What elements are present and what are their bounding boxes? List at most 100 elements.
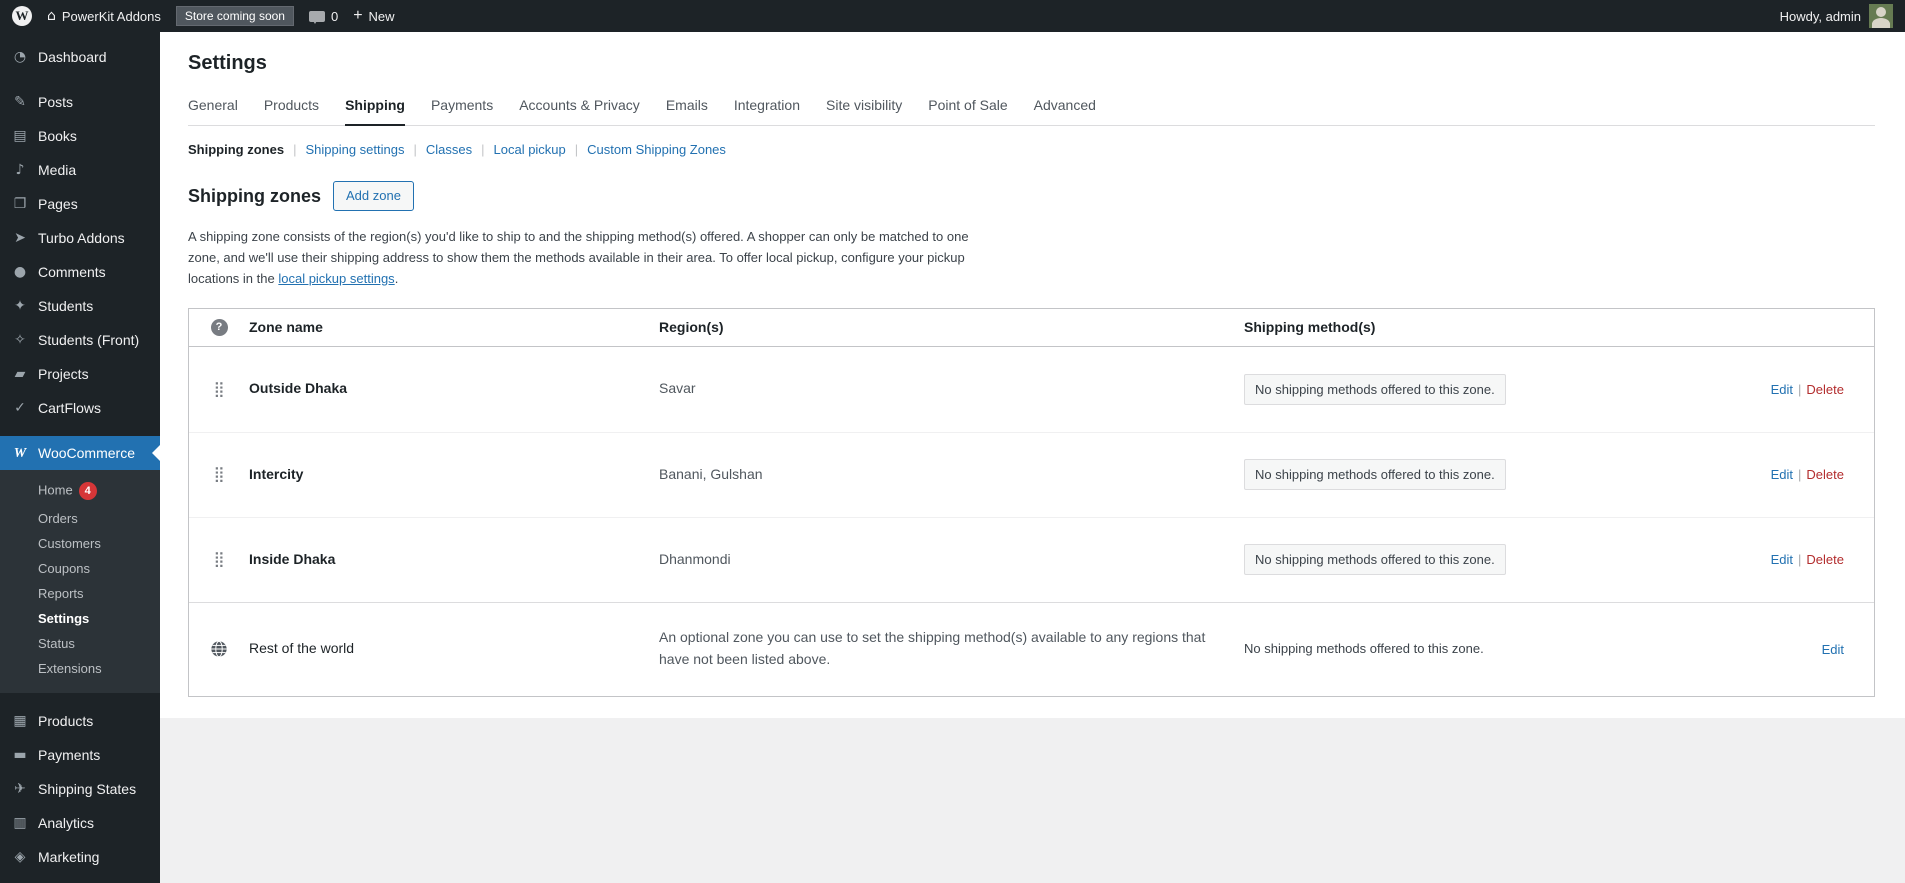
help-icon[interactable]: ? <box>210 318 228 336</box>
no-methods-chip: No shipping methods offered to this zone… <box>1244 373 1506 405</box>
submenu-item-label: Status <box>38 636 75 651</box>
sidebar-item-payments[interactable]: Payments <box>0 738 160 772</box>
sidebar-item-cartflows[interactable]: CartFlows <box>0 391 160 425</box>
subsection-local-pickup[interactable]: Local pickup <box>472 142 566 157</box>
howdy-text: Howdy, admin <box>1779 8 1861 24</box>
submenu-item-orders[interactable]: Orders <box>0 506 160 531</box>
settings-tabs: General Products Shipping Payments Accou… <box>188 97 1875 126</box>
comments-icon <box>10 265 30 279</box>
add-zone-button[interactable]: Add zone <box>333 181 414 212</box>
subsection-shipping-zones[interactable]: Shipping zones <box>188 142 284 157</box>
subsection-classes[interactable]: Classes <box>404 142 472 157</box>
new-content-menu[interactable]: + New <box>353 8 394 24</box>
shipping-states-icon <box>10 782 30 796</box>
sidebar-item-label: Pages <box>38 196 78 212</box>
tab-shipping[interactable]: Shipping <box>345 97 405 126</box>
submenu-item-coupons[interactable]: Coupons <box>0 556 160 581</box>
zone-name-link[interactable]: Inside Dhaka <box>249 551 335 567</box>
sidebar-item-students[interactable]: Students <box>0 289 160 323</box>
delete-link[interactable]: Delete <box>1806 552 1844 567</box>
students-icon <box>10 299 30 313</box>
submenu-item-settings[interactable]: Settings <box>0 606 160 631</box>
tab-payments[interactable]: Payments <box>431 97 493 125</box>
tab-site-visibility[interactable]: Site visibility <box>826 97 902 125</box>
tab-point-of-sale[interactable]: Point of Sale <box>928 97 1007 125</box>
tab-accounts-privacy[interactable]: Accounts & Privacy <box>519 97 640 125</box>
turbo-addons-icon <box>10 231 30 245</box>
tab-advanced[interactable]: Advanced <box>1034 97 1096 125</box>
sidebar-item-media[interactable]: Media <box>0 153 160 187</box>
sidebar-item-label: Turbo Addons <box>38 230 125 246</box>
tab-products[interactable]: Products <box>264 97 319 125</box>
drag-handle-icon[interactable]: ⣿ <box>214 552 225 567</box>
submenu-item-label: Reports <box>38 586 84 601</box>
woocommerce-submenu: Home 4 Orders Customers Coupons Reports S… <box>0 470 160 693</box>
action-separator <box>1798 552 1801 567</box>
analytics-icon <box>10 816 30 830</box>
delete-link[interactable]: Delete <box>1806 467 1844 482</box>
sidebar-item-analytics[interactable]: Analytics <box>0 806 160 840</box>
updates-count-badge: 4 <box>78 482 97 500</box>
payments-icon <box>10 748 30 762</box>
comments-bubble-icon <box>308 10 325 24</box>
no-methods-text: No shipping methods offered to this zone… <box>1244 641 1484 657</box>
tab-emails[interactable]: Emails <box>666 97 708 125</box>
edit-link[interactable]: Edit <box>1771 552 1793 567</box>
submenu-item-label: Settings <box>38 611 90 626</box>
books-icon <box>10 129 30 143</box>
edit-link[interactable]: Edit <box>1771 382 1793 397</box>
submenu-item-reports[interactable]: Reports <box>0 581 160 606</box>
settings-card: Settings General Products Shipping Payme… <box>160 32 1905 718</box>
tab-integration[interactable]: Integration <box>734 97 800 125</box>
sidebar-item-label: CartFlows <box>38 400 102 416</box>
site-name-link[interactable]: ⌂ PowerKit Addons <box>47 9 161 24</box>
drag-handle-icon[interactable]: ⣿ <box>214 467 225 482</box>
submenu-item-extensions[interactable]: Extensions <box>0 656 160 681</box>
local-pickup-settings-link[interactable]: local pickup settings <box>278 271 394 286</box>
plus-icon: + <box>353 7 363 24</box>
dashboard-icon <box>10 50 30 64</box>
sidebar-item-dashboard[interactable]: Dashboard <box>0 40 160 74</box>
sidebar-item-books[interactable]: Books <box>0 119 160 153</box>
subsection-custom-shipping-zones[interactable]: Custom Shipping Zones <box>566 142 726 157</box>
submenu-item-status[interactable]: Status <box>0 631 160 656</box>
sidebar-item-label: Students <box>38 298 94 314</box>
woocommerce-icon <box>10 446 30 461</box>
zone-regions: Dhanmondi <box>659 550 731 567</box>
coming-soon-badge[interactable]: Store coming soon <box>175 6 294 26</box>
marketing-icon <box>10 850 30 864</box>
sidebar-item-pages[interactable]: Pages <box>0 187 160 221</box>
sidebar-item-turbo-addons[interactable]: Turbo Addons <box>0 221 160 255</box>
comments-link[interactable]: 0 <box>308 9 338 24</box>
sidebar-item-comments[interactable]: Comments <box>0 255 160 289</box>
sidebar-item-products[interactable]: Products <box>0 704 160 738</box>
sidebar-item-shipping-states[interactable]: Shipping States <box>0 772 160 806</box>
subsection-shipping-settings[interactable]: Shipping settings <box>284 142 404 157</box>
zone-regions: Savar <box>659 380 696 397</box>
no-methods-chip: No shipping methods offered to this zone… <box>1244 544 1506 576</box>
no-methods-chip: No shipping methods offered to this zone… <box>1244 459 1506 491</box>
wordpress-logo-menu[interactable]: W <box>12 6 32 26</box>
delete-link[interactable]: Delete <box>1806 382 1844 397</box>
drag-handle-icon[interactable]: ⣿ <box>214 381 225 397</box>
sidebar-item-students-front[interactable]: Students (Front) <box>0 323 160 357</box>
table-row-rest-of-world: Rest of the world An optional zone you c… <box>189 601 1874 696</box>
edit-link[interactable]: Edit <box>1822 642 1844 657</box>
projects-icon <box>10 367 30 381</box>
sidebar-item-projects[interactable]: Projects <box>0 357 160 391</box>
sidebar-item-posts[interactable]: Posts <box>0 85 160 119</box>
submenu-item-home[interactable]: Home 4 <box>0 476 160 506</box>
table-row-intercity: ⣿ Intercity Banani, Gulshan No shipping … <box>189 431 1874 517</box>
tab-general[interactable]: General <box>188 97 238 125</box>
edit-link[interactable]: Edit <box>1771 467 1793 482</box>
avatar[interactable] <box>1869 4 1893 28</box>
shipping-subsections: Shipping zones Shipping settings Classes… <box>188 142 1875 157</box>
sidebar-item-woocommerce[interactable]: WooCommerce <box>0 436 160 470</box>
sidebar-item-marketing[interactable]: Marketing <box>0 840 160 874</box>
zone-name-link[interactable]: Outside Dhaka <box>249 380 347 396</box>
zone-name-link[interactable]: Intercity <box>249 466 303 482</box>
table-header-row: ? Zone name Region(s) Shipping method(s) <box>189 309 1874 347</box>
account-menu[interactable]: Howdy, admin <box>1780 4 1893 28</box>
students-front-icon <box>10 333 30 347</box>
submenu-item-customers[interactable]: Customers <box>0 531 160 556</box>
